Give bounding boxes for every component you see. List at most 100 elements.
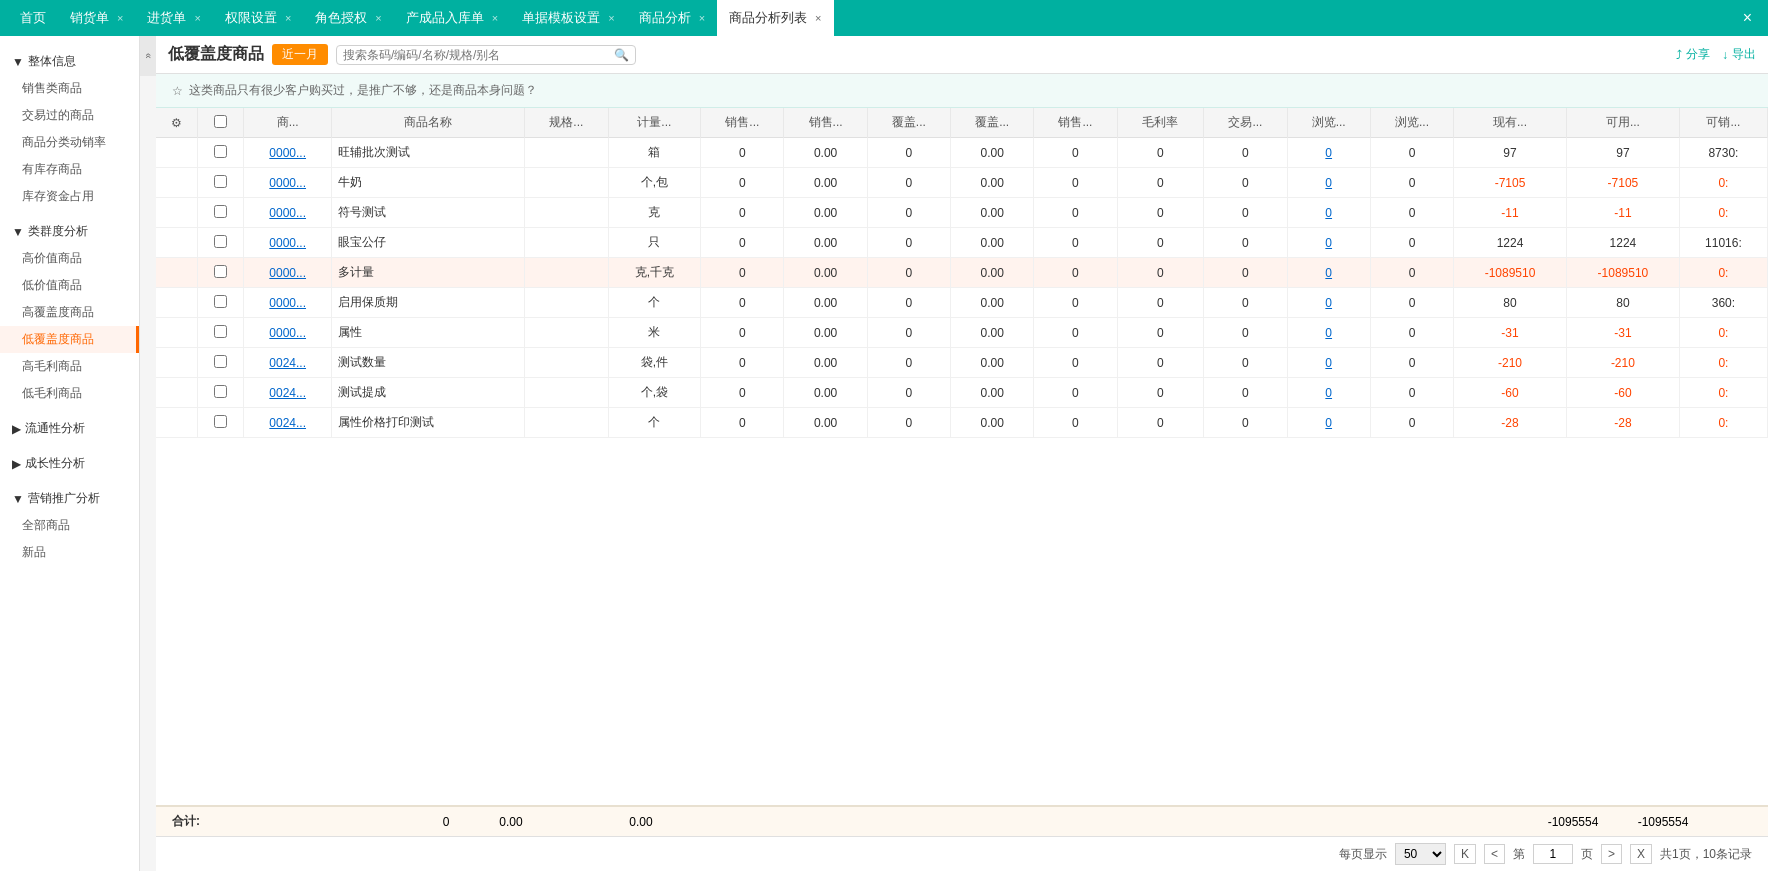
sales-sub-col-header[interactable]: 销售...: [1034, 108, 1117, 138]
nav-tab-analysis[interactable]: 商品分析 ×: [627, 0, 717, 36]
sidebar-item-traded-goods[interactable]: 交易过的商品: [0, 102, 139, 129]
table-container[interactable]: ⚙ 商... 商品名称 规格... 计量... 销售... 销售... 覆盖..…: [156, 108, 1768, 805]
nav-tab-sales[interactable]: 销货单 ×: [58, 0, 135, 36]
close-icon[interactable]: ×: [194, 12, 200, 24]
close-icon[interactable]: ×: [492, 12, 498, 24]
next-page-button[interactable]: >: [1601, 844, 1622, 864]
row-settings[interactable]: [156, 408, 198, 438]
time-filter-button[interactable]: 近一月: [272, 44, 328, 65]
sidebar-item-category-rate[interactable]: 商品分类动销率: [0, 129, 139, 156]
nav-tab-role[interactable]: 角色授权 ×: [303, 0, 393, 36]
row-settings[interactable]: [156, 348, 198, 378]
sidebar-item-high-value[interactable]: 高价值商品: [0, 245, 139, 272]
export-button[interactable]: ↓ 导出: [1722, 46, 1756, 63]
row-browse1[interactable]: 0: [1287, 198, 1370, 228]
row-settings[interactable]: [156, 168, 198, 198]
row-settings[interactable]: [156, 258, 198, 288]
nav-tab-product-entry[interactable]: 产成品入库单 ×: [394, 0, 510, 36]
row-browse1[interactable]: 0: [1287, 288, 1370, 318]
sidebar-item-low-coverage[interactable]: 低覆盖度商品: [0, 326, 139, 353]
row-settings[interactable]: [156, 138, 198, 168]
sidebar-collapse-button[interactable]: «: [140, 36, 156, 76]
coverage1-col-header[interactable]: 覆盖...: [867, 108, 950, 138]
row-browse1[interactable]: 0: [1287, 408, 1370, 438]
row-browse1[interactable]: 0: [1287, 228, 1370, 258]
row-browse1[interactable]: 0: [1287, 138, 1370, 168]
close-icon[interactable]: ×: [375, 12, 381, 24]
sidebar-item-high-margin[interactable]: 高毛利商品: [0, 353, 139, 380]
sidebar-group-circulation[interactable]: ▶ 流通性分析: [0, 415, 139, 442]
row-checkbox[interactable]: [198, 318, 244, 348]
row-checkbox[interactable]: [198, 168, 244, 198]
gross-margin-col-header[interactable]: 毛利率: [1117, 108, 1204, 138]
sidebar-group-overall[interactable]: ▼ 整体信息: [0, 48, 139, 75]
sidebar-item-low-value[interactable]: 低价值商品: [0, 272, 139, 299]
name-col-header[interactable]: 商品名称: [332, 108, 525, 138]
row-checkbox[interactable]: [198, 228, 244, 258]
row-browse1[interactable]: 0: [1287, 258, 1370, 288]
row-browse1[interactable]: 0: [1287, 318, 1370, 348]
row-checkbox[interactable]: [198, 408, 244, 438]
row-trade: 0: [1204, 288, 1287, 318]
page-input[interactable]: [1533, 844, 1573, 864]
sidebar-item-new-goods[interactable]: 新品: [0, 539, 139, 566]
sales-amt-col-header[interactable]: 销售...: [784, 108, 867, 138]
share-button[interactable]: ⤴ 分享: [1676, 46, 1710, 63]
prev-page-button[interactable]: <: [1484, 844, 1505, 864]
per-page-select[interactable]: 50 20 100: [1395, 843, 1446, 865]
row-checkbox[interactable]: [198, 348, 244, 378]
close-all-button[interactable]: ×: [1735, 9, 1760, 27]
nav-tab-purchase[interactable]: 进货单 ×: [135, 0, 212, 36]
row-browse1[interactable]: 0: [1287, 168, 1370, 198]
trade-col-header[interactable]: 交易...: [1204, 108, 1287, 138]
row-checkbox[interactable]: [198, 198, 244, 228]
nav-tab-home[interactable]: 首页: [8, 0, 58, 36]
sidebar-group-cluster[interactable]: ▼ 类群度分析: [0, 218, 139, 245]
last-page-button[interactable]: X: [1630, 844, 1652, 864]
unit-col-header[interactable]: 计量...: [608, 108, 701, 138]
nav-tab-template[interactable]: 单据模板设置 ×: [510, 0, 626, 36]
row-checkbox[interactable]: [198, 258, 244, 288]
coverage2-col-header[interactable]: 覆盖...: [951, 108, 1034, 138]
close-icon[interactable]: ×: [285, 12, 291, 24]
row-settings[interactable]: [156, 288, 198, 318]
nav-tab-analysis-list[interactable]: 商品分析列表 ×: [717, 0, 833, 36]
row-settings[interactable]: [156, 378, 198, 408]
checkbox-col-header[interactable]: [198, 108, 244, 138]
current-stock-col-header[interactable]: 现有...: [1454, 108, 1567, 138]
close-icon[interactable]: ×: [699, 12, 705, 24]
browse2-col-header[interactable]: 浏览...: [1370, 108, 1453, 138]
close-icon[interactable]: ×: [117, 12, 123, 24]
sidebar-item-high-coverage[interactable]: 高覆盖度商品: [0, 299, 139, 326]
saleable-col-header[interactable]: 可销...: [1679, 108, 1767, 138]
close-icon[interactable]: ×: [815, 12, 821, 24]
row-checkbox[interactable]: [198, 378, 244, 408]
row-settings[interactable]: [156, 318, 198, 348]
sidebar-group-marketing[interactable]: ▼ 营销推广分析: [0, 485, 139, 512]
sidebar-item-sales-goods[interactable]: 销售类商品: [0, 75, 139, 102]
spec-col-header[interactable]: 规格...: [525, 108, 608, 138]
sidebar-group-growth[interactable]: ▶ 成长性分析: [0, 450, 139, 477]
close-icon[interactable]: ×: [608, 12, 614, 24]
first-page-button[interactable]: K: [1454, 844, 1476, 864]
row-settings[interactable]: [156, 228, 198, 258]
nav-tab-permission[interactable]: 权限设置 ×: [213, 0, 303, 36]
sidebar-item-stock-capital[interactable]: 库存资金占用: [0, 183, 139, 210]
row-current-stock: -11: [1454, 198, 1567, 228]
row-settings[interactable]: [156, 198, 198, 228]
code-col-header[interactable]: 商...: [244, 108, 332, 138]
row-browse1[interactable]: 0: [1287, 378, 1370, 408]
sidebar-item-all-goods[interactable]: 全部商品: [0, 512, 139, 539]
sidebar-item-low-margin[interactable]: 低毛利商品: [0, 380, 139, 407]
search-input[interactable]: [343, 48, 610, 62]
sales-qty-col-header[interactable]: 销售...: [701, 108, 784, 138]
settings-col-header[interactable]: ⚙: [156, 108, 198, 138]
row-checkbox[interactable]: [198, 288, 244, 318]
sidebar-item-stocked-goods[interactable]: 有库存商品: [0, 156, 139, 183]
search-icon[interactable]: 🔍: [614, 48, 629, 62]
available-stock-col-header[interactable]: 可用...: [1566, 108, 1679, 138]
row-checkbox[interactable]: [198, 138, 244, 168]
row-browse1[interactable]: 0: [1287, 348, 1370, 378]
select-all-checkbox[interactable]: [214, 115, 227, 128]
browse1-col-header[interactable]: 浏览...: [1287, 108, 1370, 138]
